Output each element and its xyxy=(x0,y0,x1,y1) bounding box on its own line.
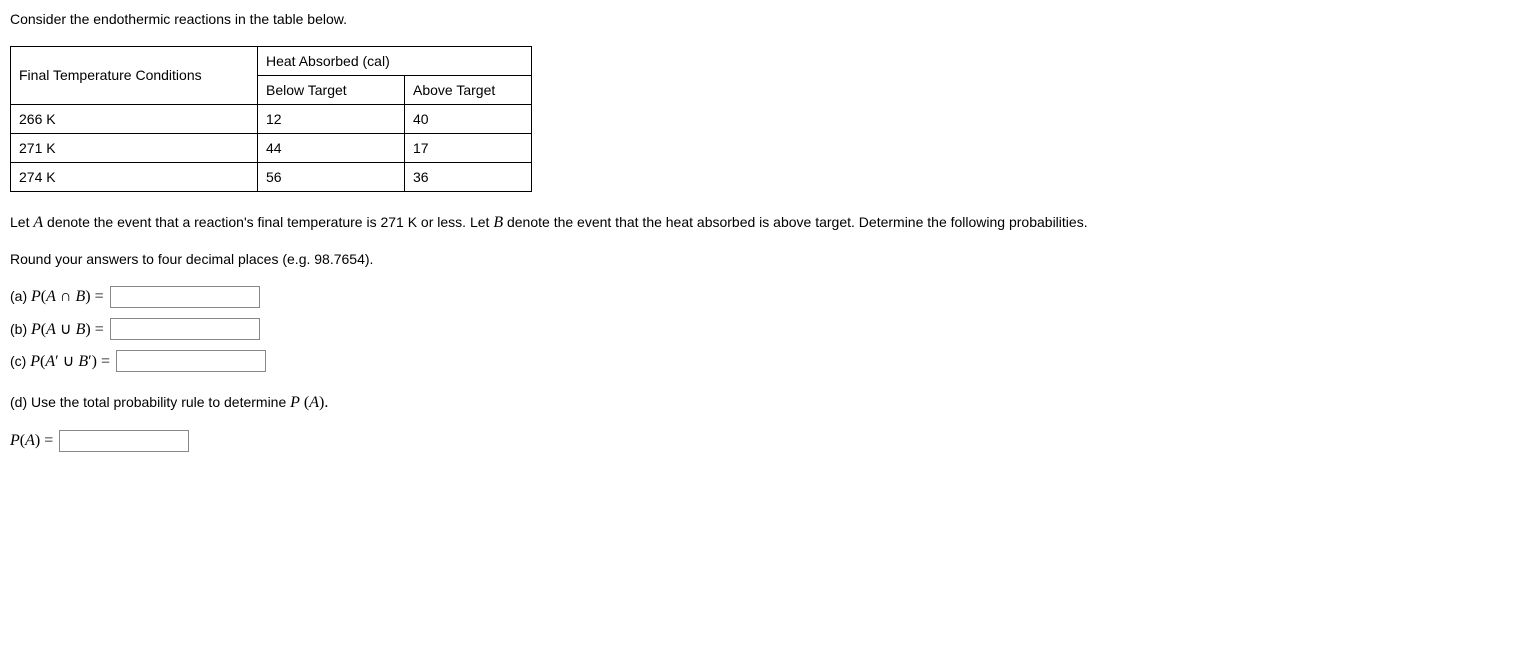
table-row: 266 K 12 40 xyxy=(11,104,532,133)
reactions-table: Final Temperature Conditions Heat Absorb… xyxy=(10,46,532,192)
cell-above: 40 xyxy=(405,104,532,133)
cell-above: 17 xyxy=(405,133,532,162)
cell-below: 44 xyxy=(258,133,405,162)
header-final-temp: Final Temperature Conditions xyxy=(11,46,258,104)
cell-temp: 274 K xyxy=(11,162,258,191)
cell-above: 36 xyxy=(405,162,532,191)
events-description: Let A denote the event that a reaction's… xyxy=(10,212,1510,234)
question-b: (b) P(A ∪ B) = xyxy=(10,318,1510,340)
question-d-text: (d) Use the total probability rule to de… xyxy=(10,392,1510,414)
cell-temp: 266 K xyxy=(11,104,258,133)
subheader-above: Above Target xyxy=(405,75,532,104)
answer-input-d[interactable] xyxy=(59,430,189,452)
table-row: 271 K 44 17 xyxy=(11,133,532,162)
answer-input-c[interactable] xyxy=(116,350,266,372)
header-heat-absorbed: Heat Absorbed (cal) xyxy=(258,46,532,75)
cell-below: 12 xyxy=(258,104,405,133)
rounding-instruction: Round your answers to four decimal place… xyxy=(10,250,1510,270)
answer-input-b[interactable] xyxy=(110,318,260,340)
cell-below: 56 xyxy=(258,162,405,191)
question-a: (a) P(A ∩ B) = xyxy=(10,286,1510,308)
question-c: (c) P(A′ ∪ B′) = xyxy=(10,350,1510,372)
table-row: 274 K 56 36 xyxy=(11,162,532,191)
question-d: P(A) = xyxy=(10,430,1510,452)
intro-text: Consider the endothermic reactions in th… xyxy=(10,10,1510,30)
cell-temp: 271 K xyxy=(11,133,258,162)
subheader-below: Below Target xyxy=(258,75,405,104)
answer-input-a[interactable] xyxy=(110,286,260,308)
